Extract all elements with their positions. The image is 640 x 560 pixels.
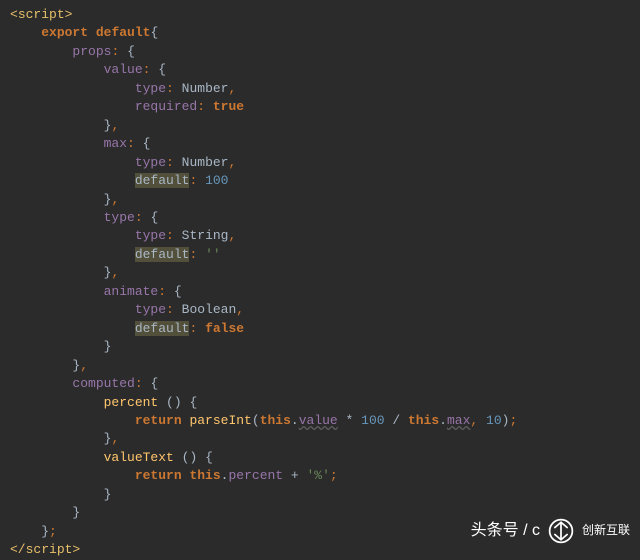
key-required: required (135, 99, 197, 114)
tag-open: <script> (10, 7, 72, 22)
kw-this: this (189, 468, 220, 483)
val-false: false (205, 321, 244, 336)
type-number: Number (182, 81, 229, 96)
kw-export: export (41, 25, 88, 40)
tag-close: </script> (10, 542, 80, 557)
ref-percent: percent (228, 468, 283, 483)
kw-return: return (135, 468, 182, 483)
val-true: true (213, 99, 244, 114)
val-10: 10 (486, 413, 502, 428)
key-computed: computed (72, 376, 134, 391)
val-empty-string: '' (205, 247, 221, 262)
key-type: type (135, 228, 166, 243)
brand-logo-icon (546, 516, 576, 546)
key-default: default (135, 173, 190, 188)
key-type: type (135, 155, 166, 170)
kw-default: default (96, 25, 151, 40)
brand-text: 创新互联 (582, 522, 630, 539)
val-100: 100 (361, 413, 384, 428)
kw-this: this (260, 413, 291, 428)
key-default: default (135, 247, 190, 262)
watermark: 头条号 / c 创新互联 (471, 516, 630, 546)
type-boolean: Boolean (182, 302, 237, 317)
key-max: max (104, 136, 127, 151)
key-type: type (135, 302, 166, 317)
kw-return: return (135, 413, 182, 428)
key-animate: animate (104, 284, 159, 299)
ref-max: max (447, 413, 470, 428)
fn-parseint: parseInt (189, 413, 251, 428)
key-type: type (135, 81, 166, 96)
watermark-text: 头条号 / c (471, 520, 540, 543)
code-block: <script> export default{ props: { value:… (10, 6, 630, 560)
val-100: 100 (205, 173, 228, 188)
fn-valuetext: valueText (104, 450, 174, 465)
key-type-prop: type (104, 210, 135, 225)
type-string: String (182, 228, 229, 243)
kw-this: this (408, 413, 439, 428)
val-pct: '%' (307, 468, 330, 483)
fn-percent: percent (104, 395, 159, 410)
key-default: default (135, 321, 190, 336)
key-value: value (104, 62, 143, 77)
type-number: Number (182, 155, 229, 170)
key-props: props (72, 44, 111, 59)
ref-value: value (299, 413, 338, 428)
